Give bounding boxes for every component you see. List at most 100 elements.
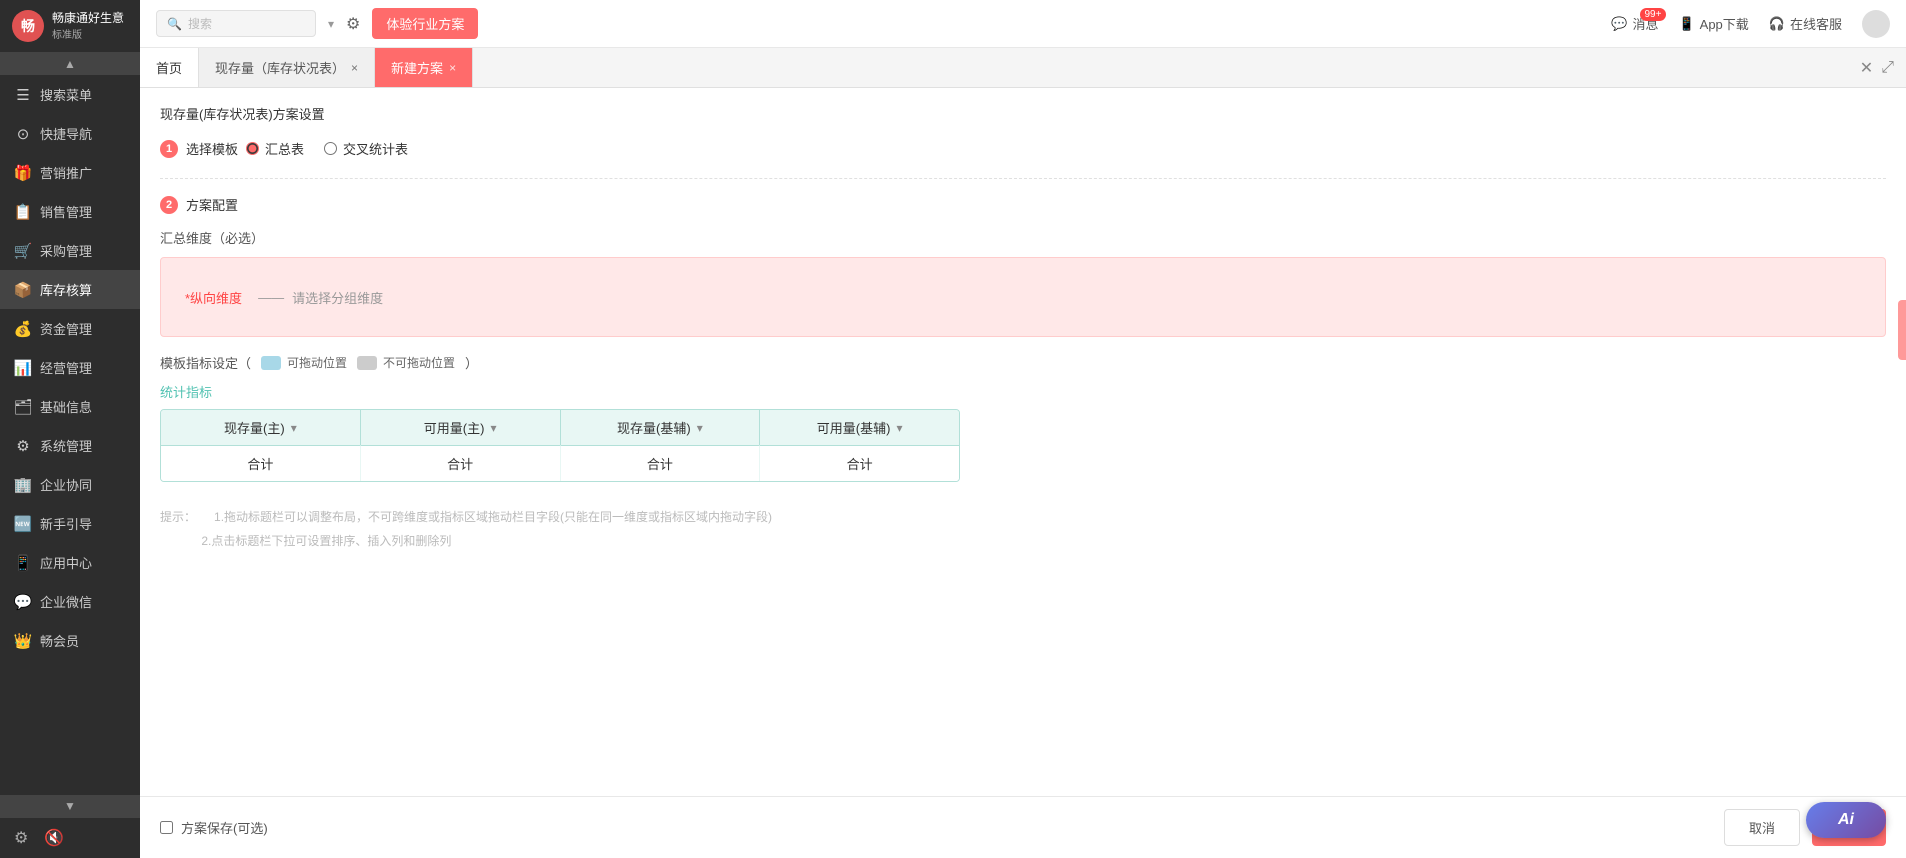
radio-summary[interactable]: 汇总表: [246, 139, 304, 158]
stats-col-1-chevron[interactable]: ▾: [490, 421, 496, 435]
section-divider-1: [160, 178, 1886, 179]
app-download-label: App下载: [1700, 14, 1749, 33]
stats-table-header: 现存量(主) ▾ 可用量(主) ▾ 现存量(基辅) ▾ 可用量(基辅) ▾: [161, 410, 959, 445]
sidebar-item-system[interactable]: ⚙ 系统管理: [0, 426, 140, 465]
right-panel[interactable]: [1898, 300, 1906, 360]
toggle-draggable: 可拖动位置: [261, 354, 347, 371]
tab-new-plan-close[interactable]: ×: [449, 61, 456, 75]
online-service-action[interactable]: 🎧 在线客服: [1769, 14, 1842, 33]
footer: 方案保存(可选) 取消 查询: [140, 796, 1906, 858]
toggle-draggable-box: [261, 356, 281, 370]
topbar: 🔍 搜索 ▾ ⚙ 体验行业方案 💬 消息 99+ 📱 App下载 🎧 在线客服: [140, 0, 1906, 48]
window-expand-icon[interactable]: ⤢: [1881, 59, 1894, 77]
message-icon: 💬: [1611, 16, 1627, 32]
page-title: 现存量(库存状况表)方案设置: [160, 104, 1886, 123]
section2-header: 2 方案配置: [160, 195, 1886, 214]
tab-new-plan-label: 新建方案: [391, 58, 443, 77]
sidebar-scroll-up[interactable]: ▲: [0, 53, 140, 75]
stats-col-0-chevron[interactable]: ▾: [291, 421, 297, 435]
gear-icon[interactable]: ⚙: [346, 14, 360, 34]
save-checkbox-label[interactable]: 方案保存(可选): [160, 818, 268, 837]
mute-bottom-icon[interactable]: 🔇: [44, 828, 64, 848]
sidebar-item-newbie[interactable]: 🆕 新手引导: [0, 504, 140, 543]
sidebar-item-purchase[interactable]: 🛒 采购管理: [0, 231, 140, 270]
operations-icon: 📊: [14, 359, 32, 377]
metrics-label: 模板指标设定（ 可拖动位置 不可拖动位置 ）: [160, 353, 1886, 372]
user-avatar[interactable]: [1862, 10, 1890, 38]
member-icon: 👑: [14, 632, 32, 650]
sidebar-item-enterprise[interactable]: 🏢 企业协同: [0, 465, 140, 504]
online-service-label: 在线客服: [1790, 14, 1842, 33]
stats-cell-0-0: 合计: [161, 445, 361, 481]
sidebar: 畅 畅康通好生意 标准版 ▲ ☰ 搜索菜单 ⊙ 快捷导航 🎁 营销推广 📋 销售…: [0, 0, 140, 858]
toggle-non-draggable: 不可拖动位置: [357, 354, 455, 371]
sidebar-item-member[interactable]: 👑 畅会员: [0, 621, 140, 660]
message-action[interactable]: 💬 消息 99+: [1611, 14, 1658, 33]
sales-icon: 📋: [14, 203, 32, 221]
tab-inventory-status[interactable]: 现存量（库存状况表） ×: [199, 48, 375, 87]
sidebar-item-quick-nav[interactable]: ⊙ 快捷导航: [0, 114, 140, 153]
non-draggable-label: 不可拖动位置: [383, 354, 455, 371]
cancel-button[interactable]: 取消: [1724, 809, 1800, 846]
sidebar-item-search-menu[interactable]: ☰ 搜索菜单: [0, 75, 140, 114]
radio-summary-input[interactable]: [246, 142, 259, 155]
dimension-area[interactable]: *纵向维度 —— 请选择分组维度: [160, 257, 1886, 337]
settings-bottom-icon[interactable]: ⚙: [14, 828, 28, 848]
sidebar-item-marketing[interactable]: 🎁 营销推广: [0, 153, 140, 192]
topbar-left: 🔍 搜索 ▾ ⚙ 体验行业方案: [156, 8, 478, 39]
window-close-icon[interactable]: ✕: [1860, 58, 1873, 78]
sidebar-item-operations[interactable]: 📊 经营管理: [0, 348, 140, 387]
trial-button[interactable]: 体验行业方案: [372, 8, 478, 39]
stats-col-3-chevron[interactable]: ▾: [896, 421, 902, 435]
search-menu-icon: ☰: [14, 86, 32, 104]
tips-section: 提示： 1.拖动标题栏可以调整布局，不可跨维度或指标区域拖动栏目字段(只能在同一…: [160, 505, 1886, 553]
stats-col-2-chevron[interactable]: ▾: [697, 421, 703, 435]
stats-col-2[interactable]: 现存量(基辅) ▾: [561, 410, 761, 445]
radio-cross-label: 交叉统计表: [343, 139, 408, 158]
sidebar-item-app-center[interactable]: 📱 应用中心: [0, 543, 140, 582]
ai-button[interactable]: Ai: [1806, 802, 1886, 838]
headset-icon: 🎧: [1769, 16, 1785, 32]
stats-table-body: 合计 合计 合计 合计: [161, 445, 959, 481]
newbie-icon: 🆕: [14, 515, 32, 533]
sidebar-bottom: ⚙ 🔇: [0, 817, 140, 858]
marketing-icon: 🎁: [14, 164, 32, 182]
dimension-heading: 汇总维度（必选）: [160, 228, 1886, 247]
stats-col-1[interactable]: 可用量(主) ▾: [361, 410, 561, 445]
app-download-action[interactable]: 📱 App下载: [1678, 14, 1748, 33]
radio-cross[interactable]: 交叉统计表: [324, 139, 408, 158]
sidebar-scroll-down[interactable]: ▼: [0, 795, 140, 817]
topbar-search-bar[interactable]: 🔍 搜索: [156, 10, 316, 37]
section2-title: 方案配置: [186, 195, 238, 214]
content-area: 现存量(库存状况表)方案设置 1 选择模板 汇总表 交叉统计表: [140, 88, 1906, 796]
stats-cell-0-2: 合计: [561, 445, 761, 481]
tab-new-plan[interactable]: 新建方案 ×: [375, 48, 473, 87]
tab-inventory-close[interactable]: ×: [351, 61, 358, 75]
radio-cross-input[interactable]: [324, 142, 337, 155]
sidebar-item-base-info[interactable]: 🗂 基础信息: [0, 387, 140, 426]
section-plan-config: 2 方案配置 汇总维度（必选） *纵向维度 —— 请选择分组维度 模板指标设定（…: [160, 195, 1886, 553]
logo-icon: 畅: [12, 10, 44, 42]
dimension-placeholder: 请选择分组维度: [292, 288, 383, 307]
wechat-icon: 💬: [14, 593, 32, 611]
sidebar-item-inventory[interactable]: 📦 库存核算: [0, 270, 140, 309]
tip-1-num: [160, 529, 193, 553]
stats-cell-0-3: 合计: [760, 445, 959, 481]
stats-col-0[interactable]: 现存量(主) ▾: [161, 410, 361, 445]
dropdown-icon[interactable]: ▾: [328, 17, 334, 31]
sidebar-nav: ☰ 搜索菜单 ⊙ 快捷导航 🎁 营销推广 📋 销售管理 🛒 采购管理 📦 库存核…: [0, 75, 140, 795]
search-icon: 🔍: [167, 17, 182, 31]
stats-cell-0-1: 合计: [361, 445, 561, 481]
save-checkbox-input[interactable]: [160, 821, 173, 834]
section1-num: 1: [160, 140, 178, 158]
tab-inventory-label: 现存量（库存状况表）: [215, 58, 345, 77]
sidebar-item-wechat[interactable]: 💬 企业微信: [0, 582, 140, 621]
sidebar-item-sales[interactable]: 📋 销售管理: [0, 192, 140, 231]
stats-section-label: 统计指标: [160, 382, 1886, 401]
sidebar-item-finance[interactable]: 💰 资金管理: [0, 309, 140, 348]
tab-home[interactable]: 首页: [140, 48, 199, 87]
purchase-icon: 🛒: [14, 242, 32, 260]
logo-area: 畅 畅康通好生意 标准版: [0, 0, 140, 53]
inventory-icon: 📦: [14, 281, 32, 299]
stats-col-3[interactable]: 可用量(基辅) ▾: [760, 410, 959, 445]
